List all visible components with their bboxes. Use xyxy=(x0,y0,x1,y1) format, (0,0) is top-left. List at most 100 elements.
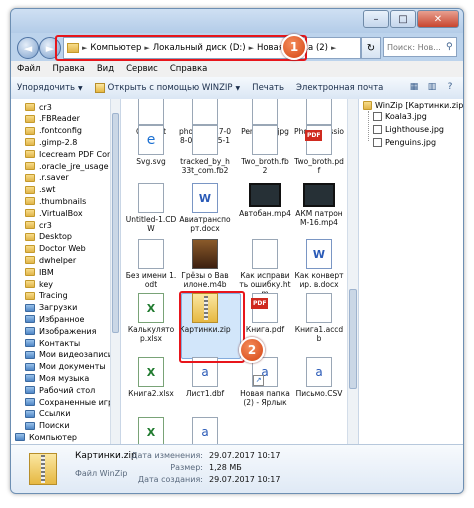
sidebar-item[interactable]: .VirtualBox xyxy=(11,207,120,219)
sidebar-item[interactable]: Ссылки xyxy=(11,408,120,420)
file-item[interactable]: a Лист1.dbf xyxy=(179,357,231,398)
menu-edit[interactable]: Правка xyxy=(46,64,90,74)
print-button[interactable]: Печать xyxy=(246,83,290,93)
file-name: tracked_by_h33t_com.fb2 xyxy=(180,157,230,175)
folder-icon xyxy=(25,303,35,312)
file-item[interactable]: Two_broth.pdf xyxy=(293,125,345,175)
sidebar-item[interactable]: .thumbnails xyxy=(11,195,120,207)
refresh-button[interactable]: ↻ xyxy=(361,37,381,59)
folder-icon xyxy=(25,291,35,300)
sidebar-item[interactable]: Избранное xyxy=(11,313,120,325)
sidebar-item[interactable]: Desktop xyxy=(11,231,120,243)
file-item[interactable]: Книга.pdf xyxy=(239,293,291,334)
file-item[interactable]: Без имени 1.odt xyxy=(125,239,177,289)
sidebar-item[interactable]: cr3 xyxy=(11,219,120,231)
folder-icon xyxy=(25,221,35,229)
chevron-right-icon[interactable]: ► xyxy=(330,44,337,52)
sidebar-item[interactable]: Icecream PDF Con xyxy=(11,148,120,160)
sidebar-item[interactable]: Моя музыка xyxy=(11,372,120,384)
sidebar-item[interactable]: Поиски xyxy=(11,420,120,432)
sidebar-item[interactable]: Контакты xyxy=(11,337,120,349)
sidebar-scrollbar[interactable] xyxy=(110,99,120,444)
file-item[interactable]: Xппрпр.CSV xyxy=(125,417,177,444)
file-list-scrollbar[interactable] xyxy=(347,99,358,444)
sidebar-item[interactable]: .r.saver xyxy=(11,172,120,184)
file-item[interactable]: Книга1.accdb xyxy=(293,293,345,343)
search-icon[interactable]: ⚲ xyxy=(446,42,453,52)
menu-tools[interactable]: Сервис xyxy=(120,64,164,74)
sidebar-item[interactable]: Сохраненные игры xyxy=(11,396,120,408)
sidebar-item-label: .VirtualBox xyxy=(39,208,83,218)
sidebar-item-label: Сохраненные игры xyxy=(39,397,120,407)
archive-entry[interactable]: Koala3.jpg xyxy=(373,112,427,121)
sidebar-item[interactable]: IBM xyxy=(11,266,120,278)
email-button[interactable]: Электронная почта xyxy=(290,83,389,93)
open-with-button[interactable]: Открыть с помощью WINZIP ▼ xyxy=(89,83,247,93)
sidebar-item-label: cr3 xyxy=(39,102,52,112)
sidebar-item[interactable]: .FBReader xyxy=(11,113,120,125)
computer-icon xyxy=(15,433,25,442)
sidebar-item[interactable]: dwhelper xyxy=(11,254,120,266)
folder-icon xyxy=(25,315,35,324)
file-item[interactable]: Грёзы о Вавилоне.m4b xyxy=(179,239,231,289)
sidebar-item[interactable]: Мои документы xyxy=(11,361,120,373)
dropdown-arrow-icon: ▼ xyxy=(78,84,83,92)
sidebar-item-label: Doctor Web xyxy=(39,244,86,254)
details-size-value: 1,28 МБ xyxy=(209,463,242,472)
folder-icon xyxy=(25,421,35,430)
view-options-icon[interactable]: ▦ xyxy=(407,82,421,94)
details-modified-label: Дата изменения: xyxy=(131,451,203,460)
sidebar-item[interactable]: key xyxy=(11,278,120,290)
file-list-scroll-thumb[interactable] xyxy=(349,289,357,389)
sidebar-item[interactable]: Загрузки xyxy=(11,302,120,314)
file-item[interactable]: aУчасток xyxy=(179,417,231,444)
sidebar-item[interactable]: Компьютер xyxy=(11,431,120,443)
organize-button[interactable]: Упорядочить ▼ xyxy=(11,83,89,93)
close-button[interactable]: ✕ xyxy=(417,10,459,28)
menu-view[interactable]: Вид xyxy=(91,64,120,74)
sidebar-item[interactable]: cr3 xyxy=(11,101,120,113)
sidebar-item-label: Мои видеозаписи xyxy=(39,350,113,360)
file-item[interactable]: tracked_by_h33t_com.fb2 xyxy=(179,125,231,175)
sidebar-item[interactable]: Изображения xyxy=(11,325,120,337)
file-item[interactable]: a Письмо.CSV xyxy=(293,357,345,398)
file-item[interactable]: X Книга2.xlsx xyxy=(125,357,177,398)
file-item[interactable]: W Как конвертир. в.docx xyxy=(293,239,345,289)
file-item[interactable]: Untitled-1.CDW xyxy=(125,183,177,233)
minimize-button[interactable]: – xyxy=(363,10,389,28)
sidebar-scroll-thumb[interactable] xyxy=(112,113,119,333)
sidebar-item-label: Изображения xyxy=(39,326,97,336)
organize-label: Упорядочить xyxy=(17,83,76,93)
file-item[interactable]: Как исправить ошибку.htm xyxy=(239,239,291,298)
menu-help[interactable]: Справка xyxy=(164,64,213,74)
help-icon[interactable]: ? xyxy=(443,82,457,94)
sidebar-item[interactable]: Tracing xyxy=(11,290,120,302)
file-item[interactable]: aНовая папка (2) - Ярлык xyxy=(239,357,291,407)
folder-icon xyxy=(25,209,35,218)
archive-entry[interactable]: Penguins.jpg xyxy=(373,138,436,147)
video-file-icon xyxy=(303,183,335,207)
archive-entry[interactable]: Lighthouse.jpg xyxy=(373,125,444,134)
sidebar-item[interactable]: Рабочий стол xyxy=(11,384,120,396)
sidebar-item[interactable]: Doctor Web xyxy=(11,243,120,255)
video-file-icon xyxy=(249,183,281,207)
sidebar-item[interactable]: .fontconfig xyxy=(11,125,120,137)
sidebar-item[interactable]: .swt xyxy=(11,184,120,196)
gen-file-icon: a xyxy=(192,417,218,444)
preview-pane-icon[interactable]: ▥ xyxy=(425,82,439,94)
maximize-button[interactable]: □ xyxy=(390,10,416,28)
folder-icon xyxy=(25,185,35,194)
menu-file[interactable]: Файл xyxy=(11,64,46,74)
sidebar-item[interactable]: .gimp-2.8 xyxy=(11,136,120,148)
file-item[interactable]: W Авиатранспорт.docx xyxy=(179,183,231,233)
back-button[interactable]: ◄ xyxy=(17,37,39,59)
archive-root[interactable]: WinZip [Картинки.zip] xyxy=(363,101,463,110)
file-item[interactable]: Автобан.mp4 xyxy=(239,183,291,218)
sidebar-item[interactable]: Мои видеозаписи xyxy=(11,349,120,361)
file-item[interactable]: e Svg.svg xyxy=(125,125,177,166)
file-item[interactable]: X Калькулятор.xlsx xyxy=(125,293,177,343)
file-item[interactable]: Two_broth.fb2 xyxy=(239,125,291,175)
sidebar-item[interactable]: .oracle_jre_usage xyxy=(11,160,120,172)
file-item[interactable]: АКМ патрон М-16.mp4 xyxy=(293,183,345,227)
file-name: Книга1.accdb xyxy=(294,325,344,343)
